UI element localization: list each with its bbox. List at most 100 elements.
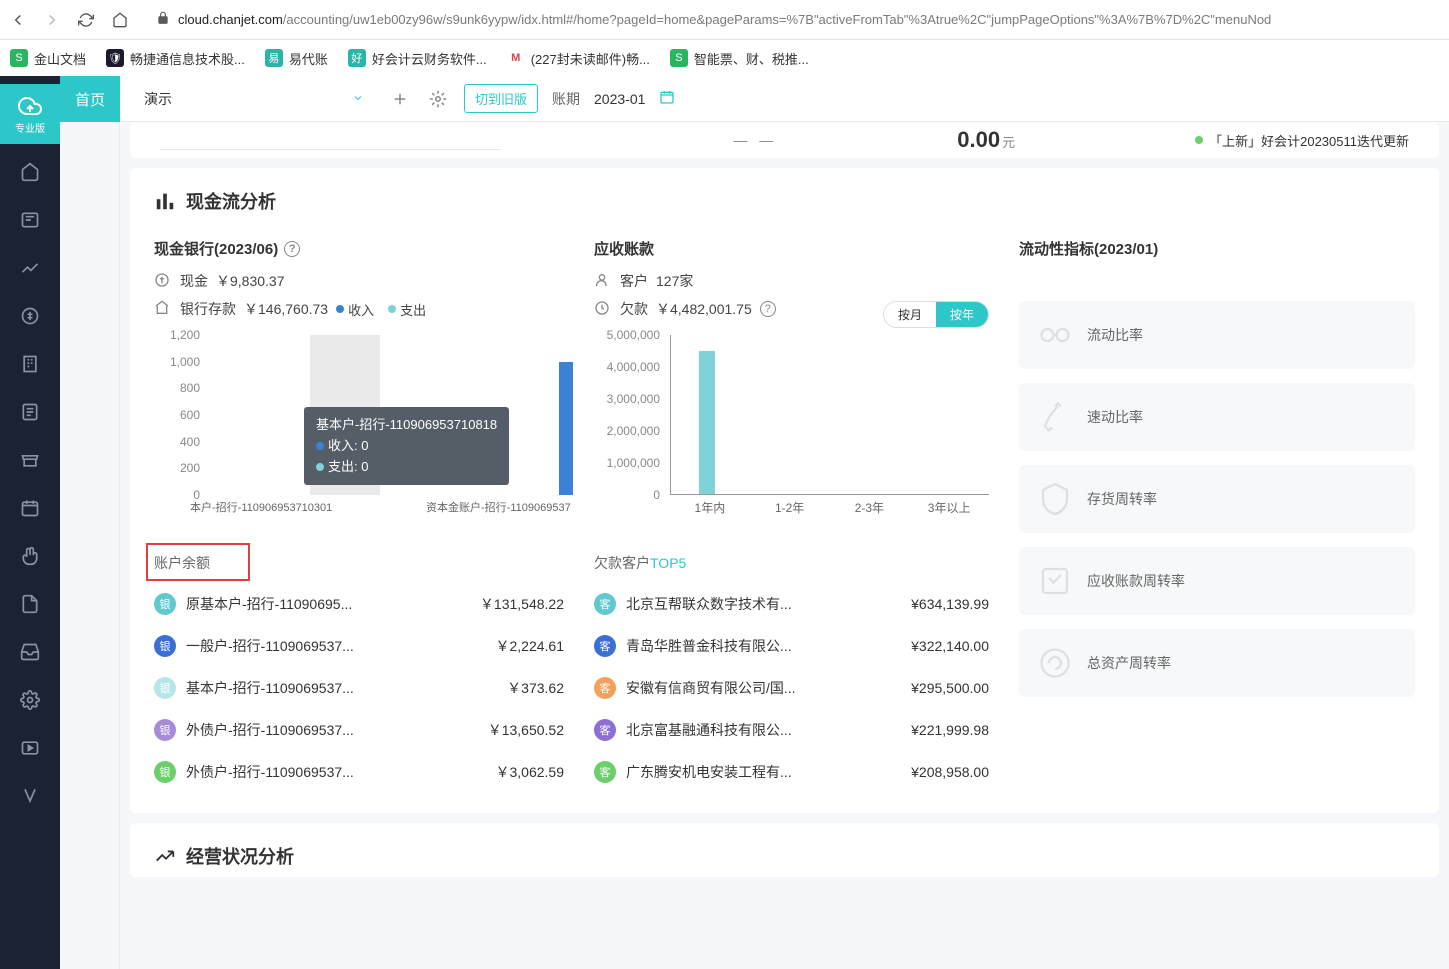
company-select[interactable]: 演示 bbox=[134, 85, 374, 113]
account-row[interactable]: 银外债户-招行-1109069537...￥3,062.59 bbox=[154, 751, 564, 793]
operations-title-text: 经营状况分析 bbox=[186, 843, 294, 869]
top5-row[interactable]: 客青岛华胜普金科技有限公...¥322,140.00 bbox=[594, 625, 989, 667]
settings-button[interactable] bbox=[426, 87, 450, 111]
sidebar-voucher-icon[interactable] bbox=[10, 200, 50, 240]
tooltip-income: 收入: 0 bbox=[328, 438, 368, 453]
account-list: 银原基本户-招行-11090695...￥131,548.22银一般户-招行-1… bbox=[154, 583, 564, 793]
cashflow-title: 现金流分析 bbox=[154, 188, 1415, 214]
app-logo[interactable]: 专业版 bbox=[0, 84, 60, 144]
customer-name: 北京富基融通科技有限公... bbox=[626, 720, 792, 740]
period-toggle: 按月 按年 bbox=[883, 301, 989, 328]
bookmark-item[interactable]: 易易代账 bbox=[265, 49, 328, 68]
metrics-list: 流动比率速动比率存货周转率应收账款周转率总资产周转率 bbox=[1019, 301, 1415, 697]
bookmark-item[interactable]: 好好会计云财务软件... bbox=[348, 49, 487, 68]
legend-income-label: 收入 bbox=[348, 300, 374, 319]
account-row[interactable]: 银外债户-招行-1109069537...￥13,650.52 bbox=[154, 709, 564, 751]
calendar-icon[interactable] bbox=[659, 89, 675, 108]
dash-value: — — bbox=[733, 132, 777, 148]
tooltip-expense: 支出: 0 bbox=[328, 459, 368, 474]
bookmark-item[interactable]: S金山文档 bbox=[10, 49, 86, 68]
account-icon: 银 bbox=[154, 677, 176, 699]
search-stub[interactable] bbox=[160, 130, 500, 150]
metric-card[interactable]: 存货周转率 bbox=[1019, 465, 1415, 533]
top-summary-card: — — 0.00元 「上新」好会计20230511迭代更新 bbox=[130, 122, 1439, 158]
cash-label: 现金 bbox=[180, 271, 208, 291]
customer-icon: 客 bbox=[594, 719, 616, 741]
cash-bank-heading: 现金银行(2023/06) ? bbox=[154, 238, 564, 259]
dot-icon bbox=[316, 463, 324, 471]
switch-old-label: 切到旧版 bbox=[475, 92, 527, 107]
sidebar-doc-icon[interactable] bbox=[10, 584, 50, 624]
company-label: 演示 bbox=[144, 89, 172, 109]
tab-home[interactable]: 首页 bbox=[60, 76, 120, 122]
top5-row[interactable]: 客广东腾安机电安装工程有...¥208,958.00 bbox=[594, 751, 989, 793]
chart-legend: 收入 支出 bbox=[336, 300, 426, 319]
add-button[interactable] bbox=[388, 87, 412, 111]
metric-card[interactable]: 速动比率 bbox=[1019, 383, 1415, 451]
sidebar-gear-icon[interactable] bbox=[10, 680, 50, 720]
top5-row[interactable]: 客北京互帮联众数字技术有... ¥634,139.99 bbox=[594, 583, 989, 625]
account-row[interactable]: 银基本户-招行-1109069537...￥373.62 bbox=[154, 667, 564, 709]
account-row[interactable]: 银一般户-招行-1109069537...￥2,224.61 bbox=[154, 625, 564, 667]
account-name: 基本户-招行-1109069537... bbox=[186, 678, 354, 698]
top5-row[interactable]: 客安徽有信商贸有限公司/国...¥295,500.00 bbox=[594, 667, 989, 709]
help-icon[interactable]: ? bbox=[760, 301, 776, 317]
lock-icon bbox=[156, 11, 170, 28]
amount-unit: 元 bbox=[1002, 135, 1015, 150]
legend-expense[interactable]: 支出 bbox=[388, 300, 426, 319]
metric-icon bbox=[1037, 317, 1073, 353]
bar[interactable] bbox=[699, 351, 715, 494]
amount-value: 0.00 bbox=[957, 127, 1000, 152]
bookmark-item[interactable]: M(227封未读邮件)畅... bbox=[507, 49, 650, 68]
url-text: cloud.chanjet.com/accounting/uw1eb00zy96… bbox=[178, 12, 1271, 27]
help-icon[interactable]: ? bbox=[284, 241, 300, 257]
customer-amount: ¥634,139.99 bbox=[911, 596, 989, 612]
legend-income[interactable]: 收入 bbox=[336, 300, 374, 319]
customer-name: 青岛华胜普金科技有限公... bbox=[626, 636, 792, 656]
y-tick: 4,000,000 bbox=[607, 360, 660, 374]
customer-amount: ¥322,140.00 bbox=[911, 638, 989, 654]
toggle-year[interactable]: 按年 bbox=[936, 302, 988, 327]
balance-title: 账户余额 bbox=[154, 555, 210, 571]
switch-old-button[interactable]: 切到旧版 bbox=[464, 84, 538, 113]
sidebar-video-icon[interactable] bbox=[10, 728, 50, 768]
metric-card[interactable]: 总资产周转率 bbox=[1019, 629, 1415, 697]
metric-label: 总资产周转率 bbox=[1087, 653, 1171, 673]
top5-row[interactable]: 客北京富基融通科技有限公...¥221,999.98 bbox=[594, 709, 989, 751]
y-tick: 0 bbox=[653, 488, 660, 502]
cash-bank-title: 现金银行(2023/06) bbox=[154, 238, 278, 259]
news-ticker[interactable]: 「上新」好会计20230511迭代更新 bbox=[1195, 131, 1409, 150]
bookmark-item[interactable]: 🛡畅捷通信息技术股... bbox=[106, 49, 245, 68]
nav-reload-button[interactable] bbox=[76, 10, 96, 30]
metric-card[interactable]: 流动比率 bbox=[1019, 301, 1415, 369]
sidebar-money-icon[interactable] bbox=[10, 296, 50, 336]
nav-home-button[interactable] bbox=[110, 10, 130, 30]
top5-heading: 欠款客户TOP5 bbox=[594, 553, 989, 573]
customer-label: 客户 bbox=[620, 271, 648, 291]
sidebar-v-icon[interactable] bbox=[10, 776, 50, 816]
url-bar[interactable]: cloud.chanjet.com/accounting/uw1eb00zy96… bbox=[144, 5, 1441, 35]
sidebar-hand-icon[interactable] bbox=[10, 536, 50, 576]
nav-back-button[interactable] bbox=[8, 10, 28, 30]
sidebar-inbox-icon[interactable] bbox=[10, 632, 50, 672]
sidebar-home-icon[interactable] bbox=[10, 152, 50, 192]
sidebar-store-icon[interactable] bbox=[10, 440, 50, 480]
top5-label: 欠款客户 bbox=[594, 555, 650, 571]
sidebar-calendar-icon[interactable] bbox=[10, 488, 50, 528]
logo-label: 专业版 bbox=[15, 120, 45, 135]
y-tick: 400 bbox=[180, 435, 200, 449]
customer-icon: 客 bbox=[594, 593, 616, 615]
account-row[interactable]: 银原基本户-招行-11090695...￥131,548.22 bbox=[154, 583, 564, 625]
bar-group[interactable] bbox=[536, 362, 596, 495]
sidebar-building-icon[interactable] bbox=[10, 344, 50, 384]
metric-card[interactable]: 应收账款周转率 bbox=[1019, 547, 1415, 615]
sidebar-receipt-icon[interactable] bbox=[10, 392, 50, 432]
dot-icon bbox=[316, 442, 324, 450]
customer-name: 北京互帮联众数字技术有... bbox=[626, 594, 792, 614]
nav-forward-button[interactable] bbox=[42, 10, 62, 30]
sidebar-chart-icon[interactable] bbox=[10, 248, 50, 288]
liquidity-title: 流动性指标(2023/01) bbox=[1019, 238, 1158, 259]
y-axis: 5,000,000 4,000,000 3,000,000 2,000,000 … bbox=[594, 335, 664, 495]
toggle-month[interactable]: 按月 bbox=[884, 302, 936, 327]
bookmark-item[interactable]: S智能票、财、税推... bbox=[670, 49, 809, 68]
